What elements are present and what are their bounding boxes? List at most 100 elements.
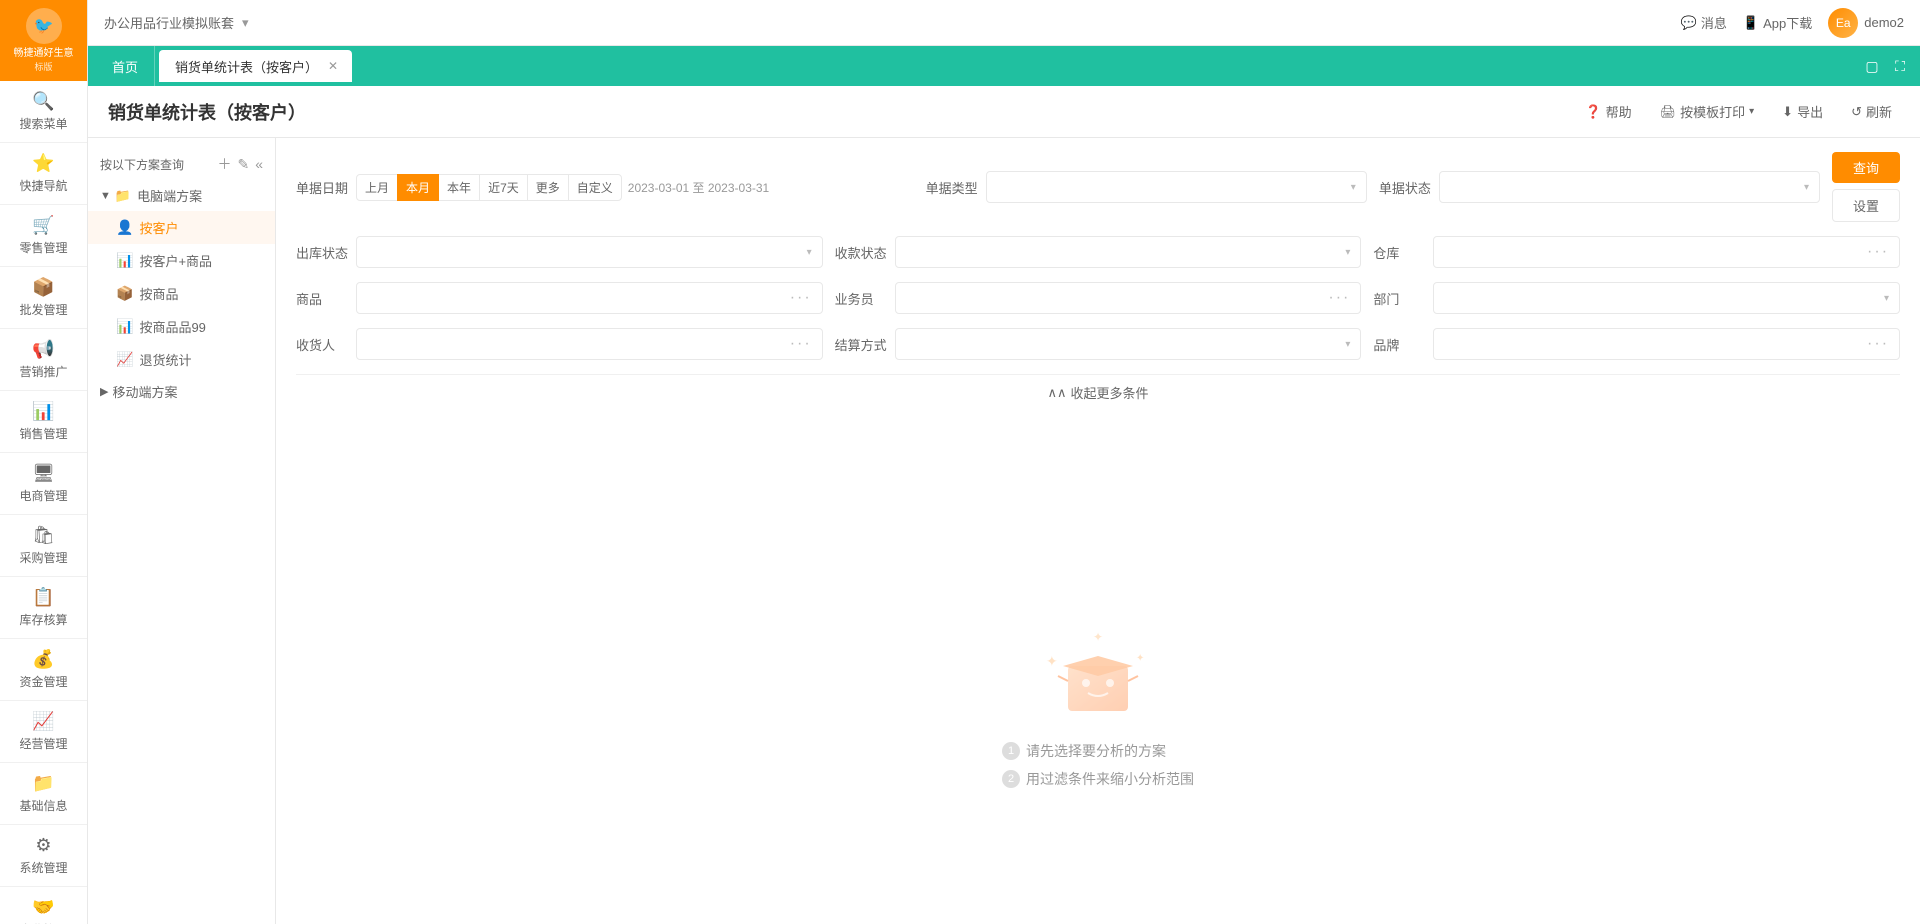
product-field: 商品 ···: [296, 282, 823, 314]
scheme-item-by-customer-product[interactable]: 📊 按客户+商品: [88, 244, 275, 277]
print-template-btn[interactable]: 🖨 按模板打印 ▾: [1652, 98, 1763, 125]
bill-status-field: 单据状态 ▾: [1379, 171, 1820, 203]
brand-more-icon: ···: [1867, 335, 1889, 353]
add-scheme-btn[interactable]: ＋: [217, 154, 231, 174]
sidebar-item-sales[interactable]: 📊 销售管理: [0, 391, 88, 453]
receiver-input[interactable]: ···: [356, 328, 823, 360]
sidebar-item-search[interactable]: 🔍 搜索菜单: [0, 81, 88, 143]
sidebar-item-retail[interactable]: 🛒 零售管理: [0, 205, 88, 267]
refresh-btn[interactable]: ↺ 刷新: [1843, 98, 1900, 125]
sidebar-label-sales: 销售管理: [19, 425, 67, 442]
dropdown-arrow-industry[interactable]: ▾: [242, 15, 249, 31]
payment-method-label: 结算方式: [835, 335, 887, 354]
sidebar-label-search: 搜索菜单: [19, 115, 67, 132]
operations-icon: 📈: [32, 711, 54, 732]
message-label: 消息: [1701, 13, 1727, 32]
top-header: 办公用品行业模拟账套 ▾ 💬 消息 📱 App下载 Ea demo2: [88, 0, 1920, 46]
bill-status-dropdown-icon: ▾: [1804, 182, 1809, 193]
date-tab-custom[interactable]: 自定义: [568, 174, 622, 201]
help-btn[interactable]: ❓ 帮助: [1577, 98, 1639, 125]
sidebar-item-enterprise[interactable]: 🤝 企业协同: [0, 887, 88, 924]
collapse-more-btn[interactable]: ∧∧ 收起更多条件: [296, 374, 1900, 410]
bill-status-label: 单据状态: [1379, 178, 1431, 197]
payment-method-dropdown-icon: ▾: [1345, 339, 1350, 350]
stock-status-field: 出库状态 ▾: [296, 236, 823, 268]
message-btn[interactable]: 💬 消息: [1681, 13, 1727, 32]
refresh-icon: ↺: [1851, 104, 1862, 120]
receiver-field: 收货人 ···: [296, 328, 823, 360]
filter-panel: 单据日期 上月 本月 本年 近7天 更多 自定义: [276, 138, 1920, 485]
sidebar-item-finance[interactable]: 💰 资金管理: [0, 639, 88, 701]
scheme-item-label-by-product99: 按商品品99: [139, 317, 205, 336]
empty-tip-2: 2 用过滤条件来缩小分析范围: [1002, 769, 1194, 789]
user-name: demo2: [1864, 15, 1904, 30]
sidebar-item-marketing[interactable]: 📢 营销推广: [0, 329, 88, 391]
date-tab-7days[interactable]: 近7天: [479, 174, 528, 201]
payment-status-input[interactable]: ▾: [895, 236, 1362, 268]
logo-icon: 🐦: [26, 8, 62, 44]
tab-home[interactable]: 首页: [96, 46, 155, 86]
settings-button[interactable]: 设置: [1832, 189, 1900, 222]
payment-status-field: 收款状态 ▾: [835, 236, 1362, 268]
payment-method-input[interactable]: ▾: [895, 328, 1362, 360]
query-button[interactable]: 查询: [1832, 152, 1900, 183]
scheme-desktop-group-title[interactable]: ▼ 📁 电脑端方案: [88, 180, 275, 211]
salesperson-more-icon: ···: [1328, 289, 1350, 307]
app-logo: 🐦 畅捷通好生意 标版: [0, 0, 88, 81]
export-btn[interactable]: ⬇ 导出: [1774, 98, 1831, 125]
bill-status-input[interactable]: ▾: [1439, 171, 1820, 203]
tab-maximize-btn[interactable]: ⛶: [1888, 54, 1912, 78]
sidebar-item-wholesale[interactable]: 📦 批发管理: [0, 267, 88, 329]
brand-input[interactable]: ···: [1433, 328, 1900, 360]
scheme-item-return-stats[interactable]: 📈 退货统计: [88, 343, 275, 376]
department-dropdown-icon: ▾: [1884, 293, 1889, 304]
date-tab-this-month[interactable]: 本月: [397, 174, 439, 201]
salesperson-input[interactable]: ···: [895, 282, 1362, 314]
mobile-group-arrow-icon: ▶: [100, 385, 108, 398]
scheme-item-by-customer[interactable]: 👤 按客户: [88, 211, 275, 244]
stock-status-input[interactable]: ▾: [356, 236, 823, 268]
user-profile-btn[interactable]: Ea demo2: [1828, 8, 1904, 38]
date-tab-last-month[interactable]: 上月: [356, 174, 398, 201]
date-filter: 上月 本月 本年 近7天 更多 自定义 2023-03-01 至 2023-03…: [356, 174, 914, 201]
empty-tip-1-text: 请先选择要分析的方案: [1026, 741, 1166, 761]
collapse-scheme-btn[interactable]: «: [255, 156, 263, 172]
edit-scheme-btn[interactable]: ✎: [237, 156, 249, 173]
scheme-item-by-product99[interactable]: 📊 按商品品99: [88, 310, 275, 343]
basic-icon: 📁: [32, 773, 54, 794]
warehouse-more-icon: ···: [1867, 243, 1889, 261]
search-icon: 🔍: [32, 91, 54, 112]
app-subtitle: 标版: [34, 60, 52, 73]
department-input[interactable]: ▾: [1433, 282, 1900, 314]
print-icon: 🖨: [1660, 104, 1677, 120]
product-input[interactable]: ···: [356, 282, 823, 314]
date-tab-this-year[interactable]: 本年: [438, 174, 480, 201]
scheme-nav-icons: ＋ ✎ «: [217, 154, 263, 174]
warehouse-input[interactable]: ···: [1433, 236, 1900, 268]
bill-type-field: 单据类型 ▾: [926, 171, 1367, 203]
scheme-mobile-group-title[interactable]: ▶ 移动端方案: [88, 376, 275, 407]
date-tab-more[interactable]: 更多: [527, 174, 569, 201]
app-download-btn[interactable]: 📱 App下载: [1743, 13, 1812, 32]
tab-close-btn[interactable]: ✕: [326, 57, 340, 75]
bill-type-input[interactable]: ▾: [986, 171, 1367, 203]
tab-active[interactable]: 销货单统计表（按客户） ✕: [159, 50, 352, 82]
tab-minimize-btn[interactable]: ▢: [1860, 54, 1884, 78]
action-buttons: 查询 设置: [1832, 152, 1900, 222]
sidebar-item-purchase[interactable]: 🛍 采购管理: [0, 515, 88, 577]
sidebar-item-basic[interactable]: 📁 基础信息: [0, 763, 88, 825]
page-header-actions: ❓ 帮助 🖨 按模板打印 ▾ ⬇ 导出 ↺ 刷新: [1577, 98, 1900, 125]
scheme-item-by-product[interactable]: 📦 按商品: [88, 277, 275, 310]
sidebar-item-inventory[interactable]: 📋 库存核算: [0, 577, 88, 639]
finance-icon: 💰: [32, 649, 54, 670]
sidebar-item-ecommerce[interactable]: 🖥 电商管理: [0, 453, 88, 515]
return-stats-scheme-icon: 📈: [116, 351, 133, 368]
sidebar-item-system[interactable]: ⚙ 系统管理: [0, 825, 88, 887]
sidebar-item-operations[interactable]: 📈 经营管理: [0, 701, 88, 763]
help-label: 帮助: [1606, 102, 1632, 121]
quick-nav-icon: ⭐: [32, 153, 54, 174]
product-scheme-icon: 📦: [116, 285, 133, 302]
date-range-display: 2023-03-01 至 2023-03-31: [628, 179, 769, 196]
print-label: 按模板打印: [1680, 102, 1745, 121]
sidebar-item-quick-nav[interactable]: ⭐ 快捷导航: [0, 143, 88, 205]
